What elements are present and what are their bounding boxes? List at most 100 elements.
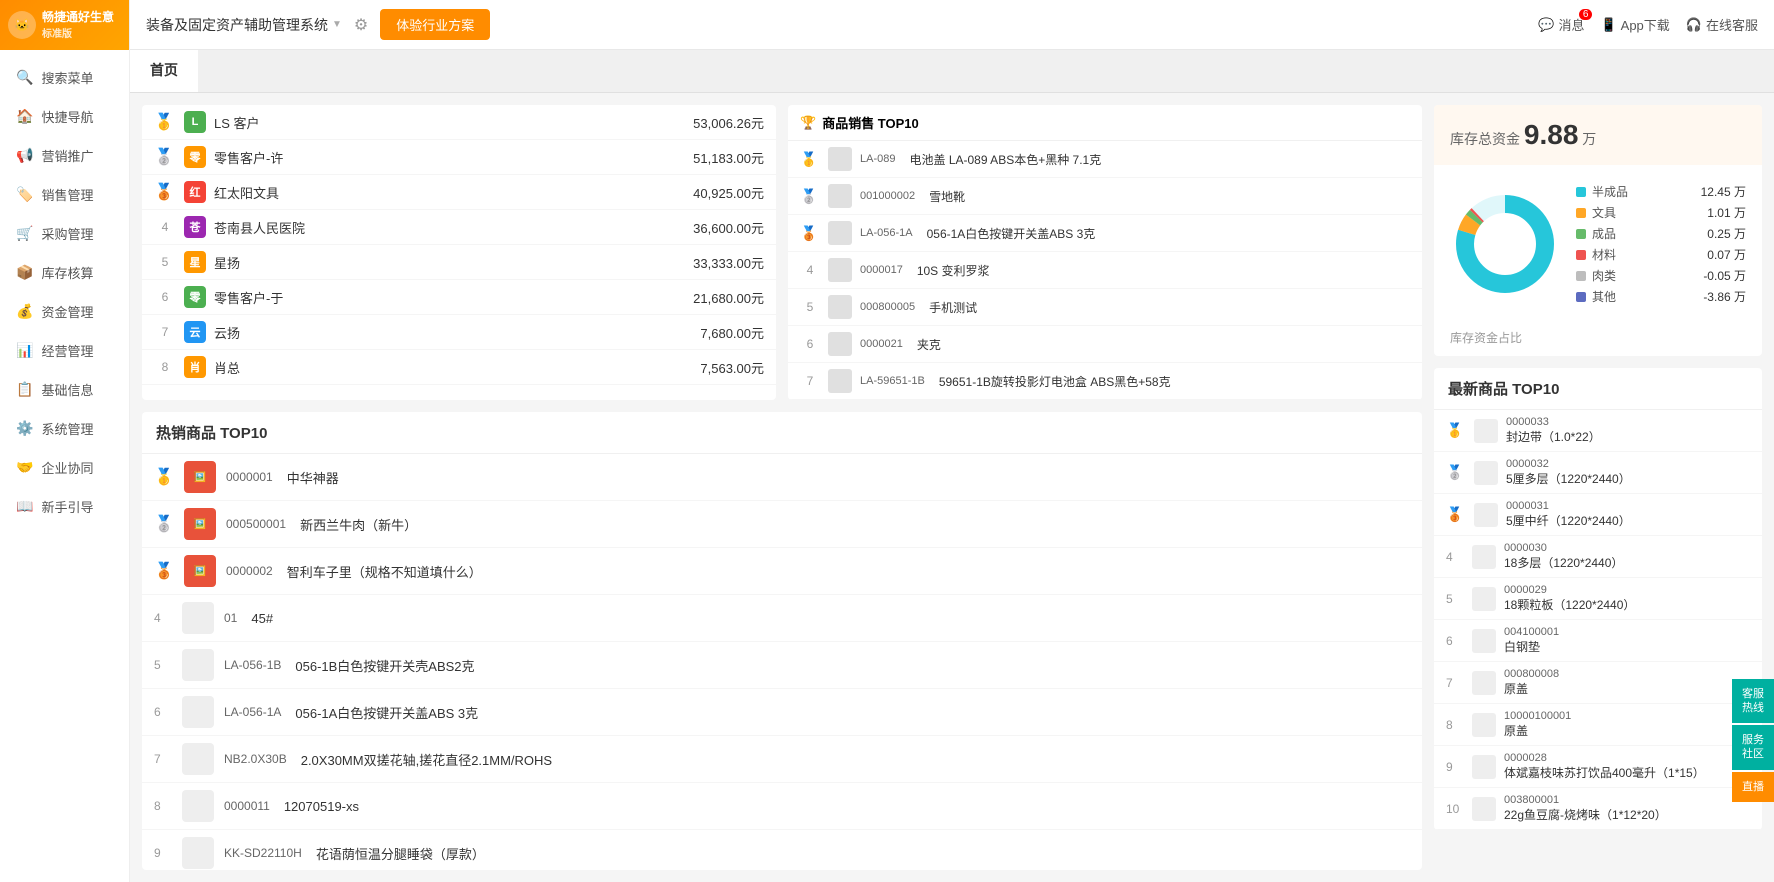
customer-rank-row: 5 星 星扬 33,333.00元 bbox=[142, 245, 776, 280]
app-download-button[interactable]: 📱 App下载 bbox=[1600, 15, 1669, 34]
product-name: 12070519-xs bbox=[284, 799, 359, 814]
legend-label: 肉类 bbox=[1592, 267, 1697, 284]
product-code: 01 bbox=[224, 611, 237, 625]
new-product-icon bbox=[1472, 797, 1496, 821]
message-icon: 💬 bbox=[1538, 17, 1554, 33]
search-icon: 🔍 bbox=[16, 69, 33, 86]
new-product-row: 8 10000100001 原盖 bbox=[1434, 704, 1762, 746]
new-product-name: 5厘中纤（1220*2440） bbox=[1506, 512, 1750, 529]
medal-icon: 🥇 bbox=[800, 151, 820, 168]
donut-svg bbox=[1450, 189, 1560, 299]
hot-product-row: 🥇 🖼️ 0000001 中华神器 bbox=[142, 454, 1422, 501]
new-product-name: 18颗粒板（1220*2440） bbox=[1504, 596, 1750, 613]
top-row: 🥇 L LS 客户 53,006.26元 🥈 零 零售客户-许 51,183.0… bbox=[142, 105, 1422, 400]
rank-badge: 零 bbox=[184, 286, 206, 308]
sidebar-item-basic[interactable]: 📋 基础信息 bbox=[0, 370, 129, 409]
tab-home[interactable]: 首页 bbox=[130, 50, 198, 92]
small-product-icon bbox=[828, 332, 852, 356]
system-title-dropdown[interactable]: 装备及固定资产辅助管理系统 ▼ bbox=[146, 15, 342, 35]
product-thumbnail bbox=[182, 696, 214, 728]
product-name: 夹克 bbox=[917, 336, 941, 353]
new-product-info: 0000032 5厘多层（1220*2440） bbox=[1506, 458, 1750, 487]
rank-number: 8 bbox=[1446, 718, 1464, 732]
new-product-row: 6 004100001 白钢垫 bbox=[1434, 620, 1762, 662]
customer-rank-row: 🥉 红 红太阳文具 40,925.00元 bbox=[142, 175, 776, 210]
medal-icon: 🥈 bbox=[154, 147, 176, 167]
customer-rank-table: 🥇 L LS 客户 53,006.26元 🥈 零 零售客户-许 51,183.0… bbox=[142, 105, 776, 385]
new-product-code: 000800008 bbox=[1504, 668, 1750, 680]
new-product-info: 004100001 白钢垫 bbox=[1504, 626, 1750, 655]
rank-amount: 53,006.26元 bbox=[693, 113, 764, 132]
main-area: 装备及固定资产辅助管理系统 ▼ ⚙ 体验行业方案 💬 消息 6 📱 App下载 … bbox=[130, 0, 1774, 882]
customer-service-button[interactable]: 客服热线 bbox=[1732, 679, 1774, 724]
trial-button[interactable]: 体验行业方案 bbox=[380, 9, 490, 40]
online-service-label: 在线客服 bbox=[1706, 15, 1758, 34]
new-product-icon bbox=[1472, 587, 1496, 611]
new-product-icon bbox=[1474, 503, 1498, 527]
new-product-code: 0000032 bbox=[1506, 458, 1750, 470]
new-product-info: 10000100001 原盖 bbox=[1504, 710, 1750, 739]
sidebar-item-marketing[interactable]: 📢 营销推广 bbox=[0, 136, 129, 175]
sidebar-finance-label: 资金管理 bbox=[41, 302, 93, 321]
legend-color-dot bbox=[1576, 208, 1586, 218]
right-panel: 库存总资金 9.88 万 bbox=[1434, 93, 1774, 882]
product-code: LA-056-1A bbox=[224, 705, 281, 719]
product-code: KK-SD22110H bbox=[224, 846, 302, 860]
product-name: 45# bbox=[251, 611, 273, 626]
sidebar-item-system[interactable]: ⚙️ 系统管理 bbox=[0, 409, 129, 448]
rank-number: 4 bbox=[800, 263, 820, 277]
legend-color-dot bbox=[1576, 271, 1586, 281]
sidebar-sales-label: 销售管理 bbox=[41, 185, 93, 204]
sidebar-item-inventory[interactable]: 📦 库存核算 bbox=[0, 253, 129, 292]
marketing-icon: 📢 bbox=[16, 147, 33, 164]
gear-icon[interactable]: ⚙ bbox=[354, 15, 368, 35]
legend-item: 半成品 12.45 万 bbox=[1576, 181, 1746, 202]
product-code: 001000002 bbox=[860, 190, 915, 202]
sidebar-item-operations[interactable]: 📊 经营管理 bbox=[0, 331, 129, 370]
community-button[interactable]: 服务社区 bbox=[1732, 725, 1774, 770]
sidebar-item-collab[interactable]: 🤝 企业协同 bbox=[0, 448, 129, 487]
sidebar-basic-label: 基础信息 bbox=[41, 380, 93, 399]
new-product-info: 0000031 5厘中纤（1220*2440） bbox=[1506, 500, 1750, 529]
new-product-info: 000800008 原盖 bbox=[1504, 668, 1750, 697]
new-product-row: 4 0000030 18多层（1220*2440） bbox=[1434, 536, 1762, 578]
new-product-info: 003800001 22g鱼豆腐-烧烤味（1*12*20） bbox=[1504, 794, 1750, 823]
legend-item: 其他 -3.86 万 bbox=[1576, 286, 1746, 307]
message-button[interactable]: 💬 消息 6 bbox=[1538, 15, 1584, 34]
sidebar-item-finance[interactable]: 💰 资金管理 bbox=[0, 292, 129, 331]
new-products-card: 最新商品 TOP10 🥇 0000033 封边带（1.0*22） 🥈 00000… bbox=[1434, 368, 1762, 830]
float-buttons: 客服热线 服务社区 直播 bbox=[1732, 679, 1774, 802]
inventory-icon: 📦 bbox=[16, 264, 33, 281]
rank-badge: 苍 bbox=[184, 216, 206, 238]
new-product-code: 004100001 bbox=[1504, 626, 1750, 638]
medal-icon: 🥉 bbox=[154, 561, 174, 581]
product-name: 电池盖 LA-089 ABS本色+黑种 7.1克 bbox=[909, 151, 1101, 168]
customer-rank-row: 🥇 L LS 客户 53,006.26元 bbox=[142, 105, 776, 140]
live-button[interactable]: 直播 bbox=[1732, 772, 1774, 802]
inventory-footer: 库存资金占比 bbox=[1434, 323, 1762, 356]
rank-amount: 40,925.00元 bbox=[693, 183, 764, 202]
app-name: 畅捷通好生意 bbox=[42, 10, 114, 26]
product-code: LA-59651-1B bbox=[860, 375, 925, 387]
sidebar-item-guide[interactable]: 📖 新手引导 bbox=[0, 487, 129, 526]
rank-number: 9 bbox=[154, 846, 172, 860]
rank-badge: L bbox=[184, 111, 206, 133]
small-product-icon bbox=[828, 147, 852, 171]
new-product-info: 0000028 体斌嘉枝味苏打饮品400毫升（1*15） bbox=[1504, 752, 1750, 781]
legend-color-dot bbox=[1576, 250, 1586, 260]
sidebar-item-sales[interactable]: 🏷️ 销售管理 bbox=[0, 175, 129, 214]
rank-amount: 21,680.00元 bbox=[693, 288, 764, 307]
sidebar-item-search[interactable]: 🔍 搜索菜单 bbox=[0, 58, 129, 97]
new-product-row: 9 0000028 体斌嘉枝味苏打饮品400毫升（1*15） bbox=[1434, 746, 1762, 788]
sidebar-item-purchase[interactable]: 🛒 采购管理 bbox=[0, 214, 129, 253]
sidebar-item-nav[interactable]: 🏠 快捷导航 bbox=[0, 97, 129, 136]
product-name: 056-1A白色按键开关盖ABS 3克 bbox=[295, 703, 478, 722]
customer-rank-row: 🥈 零 零售客户-许 51,183.00元 bbox=[142, 140, 776, 175]
sidebar-search-label: 搜索菜单 bbox=[41, 68, 93, 87]
new-product-code: 10000100001 bbox=[1504, 710, 1750, 722]
product-name: 中华神器 bbox=[287, 468, 339, 487]
rank-customer-name: 零售客户-于 bbox=[214, 288, 685, 307]
online-service-button[interactable]: 🎧 在线客服 bbox=[1686, 15, 1758, 34]
legend-color-dot bbox=[1576, 187, 1586, 197]
rank-badge: 肖 bbox=[184, 356, 206, 378]
